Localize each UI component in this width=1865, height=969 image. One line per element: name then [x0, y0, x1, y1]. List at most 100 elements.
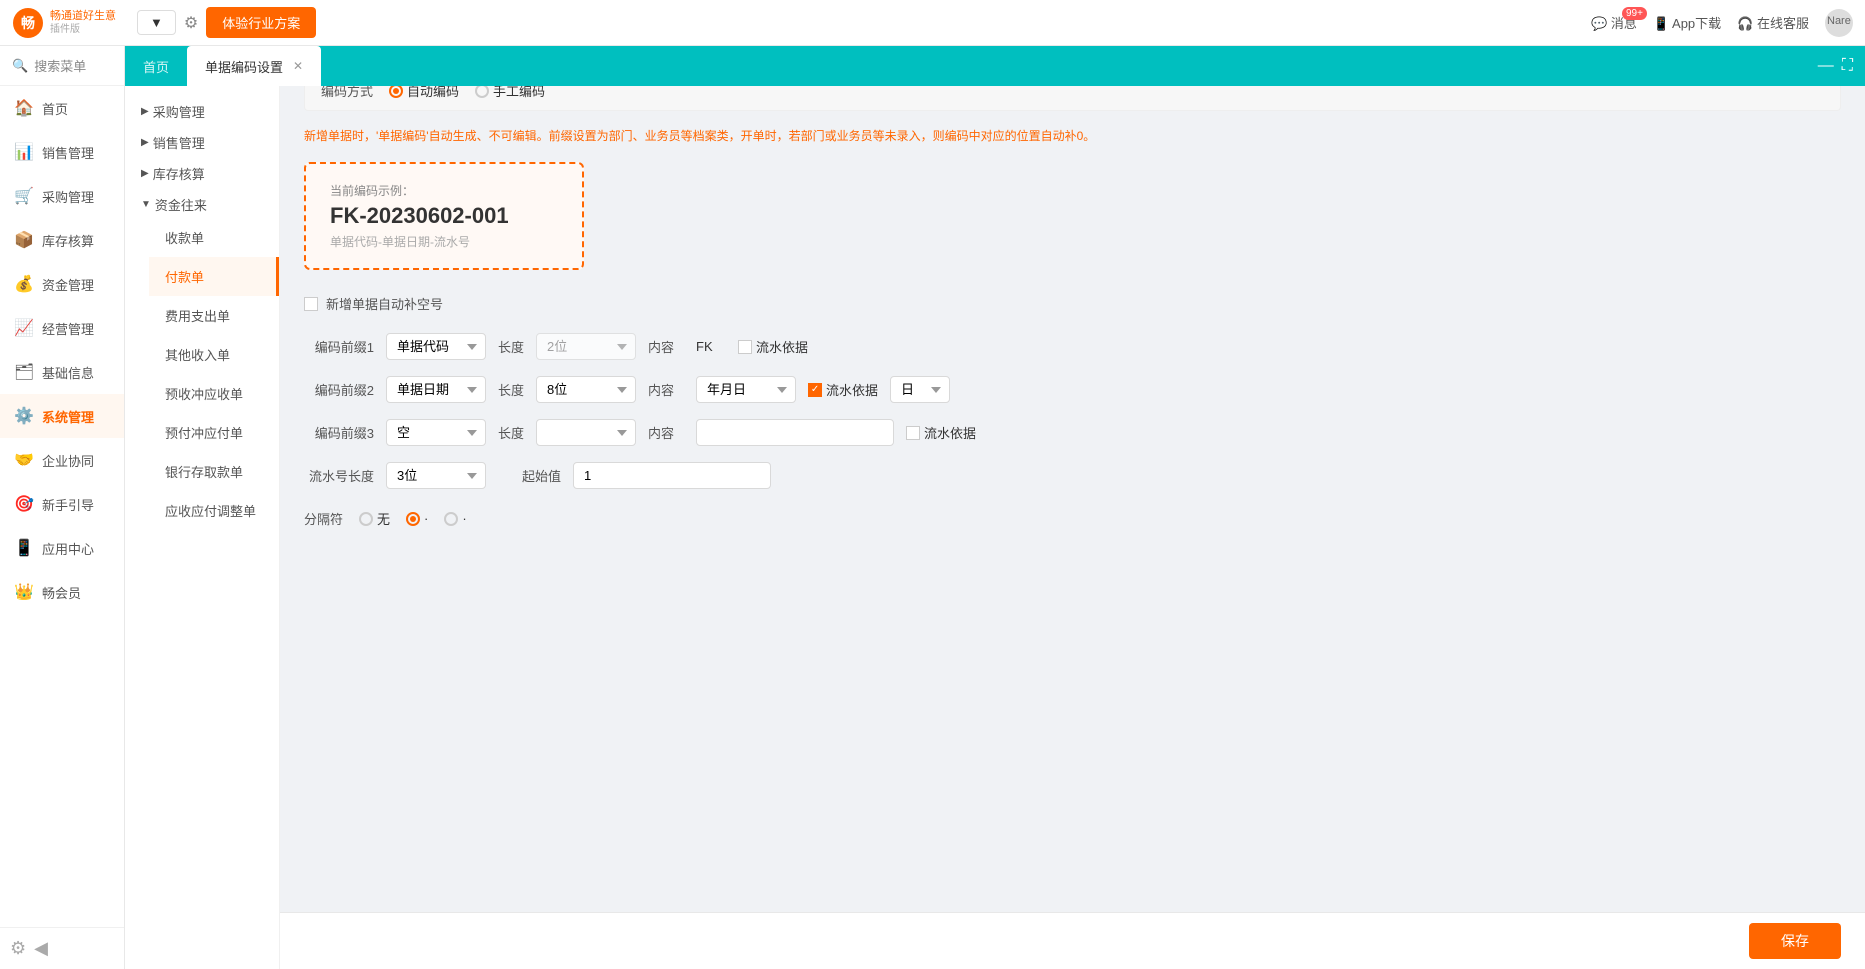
sub-sidebar-advance-recv[interactable]: 预收冲应收单: [149, 374, 279, 413]
sidebar-item-finance[interactable]: 💰 资金管理: [0, 262, 124, 306]
sub-sidebar-expense[interactable]: 费用支出单: [149, 296, 279, 335]
sub-sidebar: ▶ 采购管理 ▶ 销售管理 ▶ 库存核算 ▼ 资金往来 收款单 付款单 费用支出…: [125, 86, 280, 969]
purchase-icon: 🛒: [14, 186, 34, 206]
topbar-mid: ▼ ⚙ 体验行业方案: [137, 7, 1591, 38]
workspace-dropdown[interactable]: ▼: [137, 10, 176, 35]
logo-text: 畅通道好生意 插件版: [50, 9, 116, 36]
svg-text:畅: 畅: [21, 15, 35, 31]
tabbar-actions: — ⛶: [1818, 57, 1865, 75]
preview-code: FK-20230602-001: [330, 203, 558, 229]
sidebar-item-system[interactable]: ⚙️ 系统管理: [0, 394, 124, 438]
prefix-2-label: 编码前缀2: [304, 380, 374, 399]
prefix-3-select[interactable]: 空: [386, 419, 486, 446]
prefix-1-length-select[interactable]: 2位: [536, 333, 636, 360]
prefix-2-cycle-select[interactable]: 日: [890, 376, 950, 403]
partner-icon: 🤝: [14, 450, 34, 470]
sidebar-item-sales[interactable]: 📊 销售管理: [0, 130, 124, 174]
prefix-3-length-label: 长度: [498, 423, 524, 442]
sub-sidebar-payment[interactable]: 付款单: [149, 257, 279, 296]
prefix-3-serial-wrap: 流水依据: [906, 423, 976, 442]
member-icon: 👑: [14, 582, 34, 602]
expand-icon[interactable]: ⛶: [1842, 57, 1853, 75]
prefix-row-2: 编码前缀2 单据日期 长度 8位 内容 年月日 流水依据 日: [304, 376, 1841, 403]
sales-icon: 📊: [14, 142, 34, 162]
sidebar-item-inventory[interactable]: 📦 库存核算: [0, 218, 124, 262]
online-service[interactable]: 🎧 在线客服: [1737, 13, 1809, 32]
prefix-3-serial-checkbox[interactable]: [906, 426, 920, 440]
sidebar-search[interactable]: 🔍 搜索菜单: [0, 46, 124, 86]
avatar[interactable]: Nare: [1825, 9, 1853, 37]
base-icon: 🗂: [14, 362, 34, 382]
sidebar-collapse-icon[interactable]: ◀: [34, 938, 48, 959]
caret-down-icon: ▼: [141, 199, 151, 210]
caret-right-icon3: ▶: [141, 168, 149, 179]
prefix-2-select[interactable]: 单据日期: [386, 376, 486, 403]
finance-icon: 💰: [14, 274, 34, 294]
prefix-2-length-select[interactable]: 8位: [536, 376, 636, 403]
separator-label: 分隔符: [304, 509, 343, 528]
sidebar-item-apps[interactable]: 📱 应用中心: [0, 526, 124, 570]
caret-right-icon: ▶: [141, 106, 149, 117]
prefix-1-serial-wrap: 流水依据: [738, 337, 808, 356]
save-button[interactable]: 保存: [1749, 923, 1841, 959]
sub-sidebar-inventory[interactable]: ▶ 库存核算: [125, 156, 279, 187]
apps-icon: 📱: [14, 538, 34, 558]
prefix-1-serial-checkbox[interactable]: [738, 340, 752, 354]
sep-dot2-dot: [444, 512, 458, 526]
prefix-1-content-value: FK: [696, 339, 726, 354]
sub-sidebar-funds[interactable]: ▼ 资金往来: [125, 187, 279, 218]
prefix-1-serial-label: 流水依据: [756, 337, 808, 356]
tabbar: 首页 单据编码设置 ✕ — ⛶: [125, 46, 1865, 86]
prefix-2-content-select[interactable]: 年月日: [696, 376, 796, 403]
separator-row: 分隔符 无 · ·: [304, 509, 1841, 528]
sub-sidebar-other-income[interactable]: 其他收入单: [149, 335, 279, 374]
tab-encoding-settings[interactable]: 单据编码设置 ✕: [187, 46, 321, 86]
auto-fill-checkbox[interactable]: [304, 297, 318, 311]
operations-icon: 📈: [14, 318, 34, 338]
sidebar-settings-icon[interactable]: ⚙: [10, 938, 26, 959]
prefix-1-length-label: 长度: [498, 337, 524, 356]
sidebar: 🔍 搜索菜单 🏠 首页 📊 销售管理 🛒 采购管理 📦 库存核算 💰 资金管理 …: [0, 46, 125, 969]
preview-box: 当前编码示例： FK-20230602-001 单据代码-单据日期-流水号: [304, 162, 584, 270]
serial-length-select[interactable]: 3位: [386, 462, 486, 489]
minimize-icon[interactable]: —: [1818, 57, 1834, 75]
sub-sidebar-bank[interactable]: 银行存取款单: [149, 452, 279, 491]
sub-sidebar-purchase[interactable]: ▶ 采购管理: [125, 94, 279, 125]
cta-button[interactable]: 体验行业方案: [206, 7, 316, 38]
sidebar-item-partner[interactable]: 🤝 企业协同: [0, 438, 124, 482]
sep-dot2-radio[interactable]: ·: [444, 511, 466, 526]
sidebar-item-member[interactable]: 👑 畅会员: [0, 570, 124, 614]
sep-dot-radio[interactable]: ·: [406, 511, 428, 526]
settings-icon[interactable]: ⚙: [184, 13, 198, 33]
prefix-3-content-input[interactable]: [696, 419, 894, 446]
start-value-input[interactable]: [573, 462, 771, 489]
prefix-row-3: 编码前缀3 空 长度 内容 流水依据: [304, 419, 1841, 446]
sidebar-item-guide[interactable]: 🎯 新手引导: [0, 482, 124, 526]
logo-icon: 畅: [12, 7, 44, 39]
sub-sidebar-adjust[interactable]: 应收应付调整单: [149, 491, 279, 530]
start-value-label: 起始值: [522, 466, 561, 485]
sidebar-item-home[interactable]: 🏠 首页: [0, 86, 124, 130]
message-btn[interactable]: 💬 消息 99+: [1591, 13, 1637, 32]
prefix-2-serial-checkbox[interactable]: [808, 383, 822, 397]
sub-sidebar-sales[interactable]: ▶ 销售管理: [125, 125, 279, 156]
sidebar-item-base[interactable]: 🗂 基础信息: [0, 350, 124, 394]
preview-sub: 单据代码-单据日期-流水号: [330, 233, 558, 250]
tab-close-icon[interactable]: ✕: [293, 59, 303, 73]
app-download[interactable]: 📱 App下载: [1653, 13, 1721, 32]
prefix-1-select[interactable]: 单据代码: [386, 333, 486, 360]
prefix-3-length-select[interactable]: [536, 419, 636, 446]
home-icon: 🏠: [14, 98, 34, 118]
inventory-icon: 📦: [14, 230, 34, 250]
sub-sidebar-advance-pay[interactable]: 预付冲应付单: [149, 413, 279, 452]
preview-label: 当前编码示例：: [330, 182, 558, 199]
tab-home[interactable]: 首页: [125, 46, 187, 86]
serial-length-label: 流水号长度: [304, 466, 374, 485]
sub-sidebar-receipt[interactable]: 收款单: [149, 218, 279, 257]
caret-right-icon2: ▶: [141, 137, 149, 148]
sidebar-item-purchase[interactable]: 🛒 采购管理: [0, 174, 124, 218]
sep-none-radio[interactable]: 无: [359, 509, 390, 528]
prefix-3-label: 编码前缀3: [304, 423, 374, 442]
system-icon: ⚙️: [14, 406, 34, 426]
sidebar-item-operations[interactable]: 📈 经营管理: [0, 306, 124, 350]
